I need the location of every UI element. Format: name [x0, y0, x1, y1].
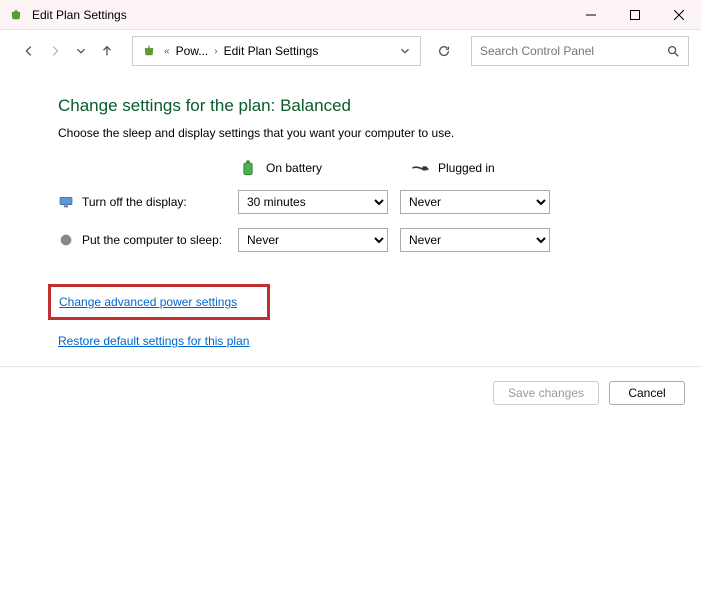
search-box[interactable] — [471, 36, 689, 66]
search-input[interactable] — [480, 44, 666, 58]
highlight-box: Change advanced power settings — [48, 284, 270, 320]
address-bar[interactable]: « Pow... › Edit Plan Settings — [132, 36, 421, 66]
col-battery-label: On battery — [266, 161, 322, 175]
breadcrumb-2[interactable]: Edit Plan Settings — [221, 44, 322, 58]
row-display: Turn off the display: 30 minutes Never — [58, 190, 693, 214]
footer: Save changes Cancel — [0, 367, 701, 419]
sleep-label: Put the computer to sleep: — [82, 233, 222, 247]
up-button[interactable] — [96, 40, 118, 62]
address-dropdown[interactable] — [394, 40, 416, 62]
page-heading: Change settings for the plan: Balanced — [58, 96, 693, 116]
sleep-plugged-select[interactable]: Never — [400, 228, 550, 252]
display-plugged-select[interactable]: Never — [400, 190, 550, 214]
restore-link[interactable]: Restore default settings for this plan — [58, 334, 249, 348]
sleep-battery-select[interactable]: Never — [238, 228, 388, 252]
nav-toolbar: « Pow... › Edit Plan Settings — [0, 30, 701, 72]
window-icon — [8, 7, 24, 23]
maximize-button[interactable] — [613, 1, 657, 29]
recent-button[interactable] — [70, 40, 92, 62]
minimize-button[interactable] — [569, 1, 613, 29]
sleep-icon — [58, 232, 74, 248]
refresh-button[interactable] — [429, 36, 459, 66]
plug-icon — [410, 158, 430, 178]
forward-button[interactable] — [44, 40, 66, 62]
address-icon — [141, 43, 157, 59]
battery-icon — [238, 158, 258, 178]
col-plugged-label: Plugged in — [438, 161, 495, 175]
close-button[interactable] — [657, 1, 701, 29]
advanced-link[interactable]: Change advanced power settings — [59, 295, 237, 309]
save-button: Save changes — [493, 381, 599, 405]
columns-header: On battery Plugged in — [58, 158, 693, 178]
address-prefix: « — [161, 46, 173, 57]
search-icon — [666, 44, 680, 58]
chevron-right-icon: › — [211, 46, 220, 57]
display-battery-select[interactable]: 30 minutes — [238, 190, 388, 214]
breadcrumb-1[interactable]: Pow... — [173, 44, 212, 58]
titlebar: Edit Plan Settings — [0, 0, 701, 30]
display-icon — [58, 194, 74, 210]
back-button[interactable] — [18, 40, 40, 62]
page-subheading: Choose the sleep and display settings th… — [58, 126, 693, 140]
content-area: Change settings for the plan: Balanced C… — [0, 72, 701, 367]
window-title: Edit Plan Settings — [32, 8, 127, 22]
display-label: Turn off the display: — [82, 195, 187, 209]
row-sleep: Put the computer to sleep: Never Never — [58, 228, 693, 252]
cancel-button[interactable]: Cancel — [609, 381, 685, 405]
